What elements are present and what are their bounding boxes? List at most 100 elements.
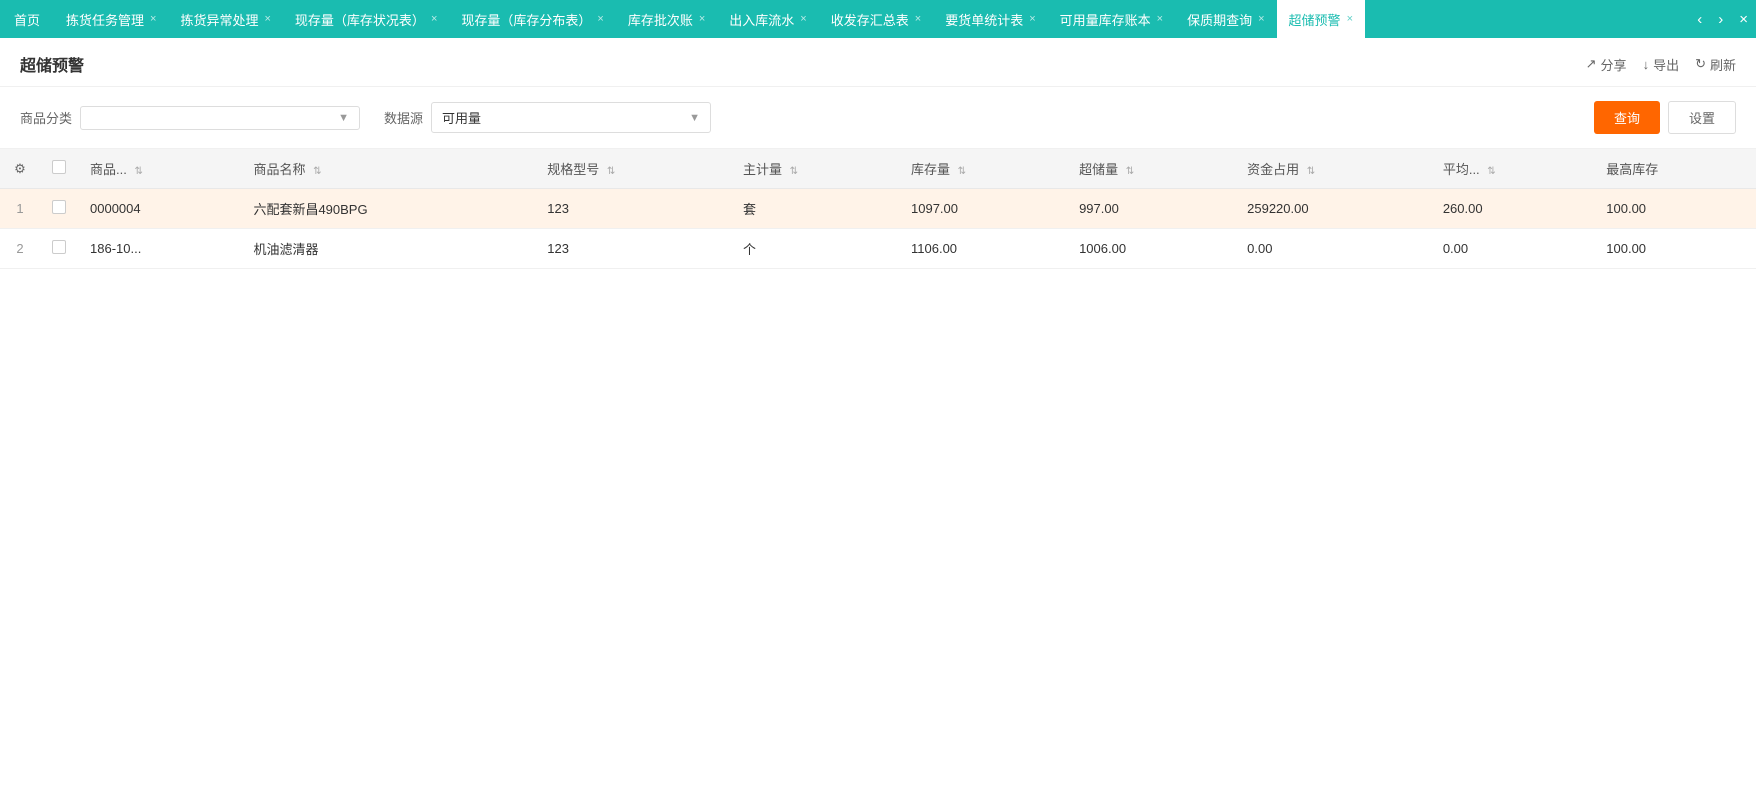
nav-label-8: 可用量库存账本 [1060, 10, 1151, 29]
top-navigation: 首页 拣货任务管理 × 拣货异常处理 × 现存量（库存状况表） × 现存量（库存… [0, 0, 1756, 38]
nav-label-3: 现存量（库存分布表） [461, 10, 591, 29]
category-filter-group: 商品分类 ▼ [20, 106, 360, 130]
datasource-filter-label: 数据源 [384, 108, 423, 127]
table-header-row: ⚙ 商品... ⇅ 商品名称 ⇅ 规格型号 ⇅ [0, 149, 1756, 189]
row-2-name: 机油滤清器 [241, 229, 535, 269]
row-1-max: 100.00 [1594, 189, 1756, 229]
export-icon: ↓ [1643, 57, 1650, 72]
col-avg-header[interactable]: 平均... ⇅ [1431, 149, 1594, 189]
nav-item-8[interactable]: 可用量库存账本 × [1048, 0, 1175, 38]
nav-close-all[interactable]: × [1731, 11, 1756, 28]
col-unit-sort: ⇅ [790, 166, 798, 177]
datasource-select[interactable]: 可用量 ▼ [431, 102, 711, 133]
row-2-capital: 0.00 [1235, 229, 1431, 269]
nav-item-7[interactable]: 要货单统计表 × [933, 0, 1047, 38]
col-stock-label: 库存量 [911, 162, 950, 177]
col-max-label: 最高库存 [1606, 162, 1658, 177]
datasource-filter-group: 数据源 可用量 ▼ [384, 102, 711, 133]
nav-close-8[interactable]: × [1157, 13, 1163, 25]
table-row: 1 0000004 六配套新昌490BPG 123 套 1097.00 997.… [0, 189, 1756, 229]
gear-icon[interactable]: ⚙ [14, 161, 26, 176]
nav-close-4[interactable]: × [699, 13, 705, 25]
nav-close-7[interactable]: × [1029, 13, 1035, 25]
query-button[interactable]: 查询 [1594, 101, 1660, 134]
nav-home[interactable]: 首页 [0, 10, 54, 29]
category-filter-label: 商品分类 [20, 108, 72, 127]
col-name-sort: ⇅ [313, 166, 321, 177]
nav-close-2[interactable]: × [431, 13, 437, 25]
refresh-label: 刷新 [1710, 55, 1736, 74]
col-stock-sort: ⇅ [958, 166, 966, 177]
nav-label-5: 出入库流水 [729, 10, 794, 29]
nav-item-0[interactable]: 拣货任务管理 × [54, 0, 168, 38]
nav-close-10[interactable]: × [1347, 13, 1353, 25]
nav-next-arrow[interactable]: › [1710, 11, 1731, 28]
col-unit-header[interactable]: 主计量 ⇅ [731, 149, 899, 189]
row-2-stock: 1106.00 [899, 229, 1067, 269]
row-2-spec: 123 [535, 229, 731, 269]
nav-item-1[interactable]: 拣货异常处理 × [168, 0, 282, 38]
row-2-checkbox[interactable] [52, 240, 66, 254]
row-1-checkbox-cell [40, 189, 78, 229]
col-gear-header: ⚙ [0, 149, 40, 189]
row-1-code: 0000004 [78, 189, 241, 229]
nav-close-6[interactable]: × [915, 13, 921, 25]
col-name-header[interactable]: 商品名称 ⇅ [241, 149, 535, 189]
nav-label-2: 现存量（库存状况表） [295, 10, 425, 29]
nav-item-9[interactable]: 保质期查询 × [1175, 0, 1276, 38]
col-spec-header[interactable]: 规格型号 ⇅ [535, 149, 731, 189]
col-stock-header[interactable]: 库存量 ⇅ [899, 149, 1067, 189]
export-button[interactable]: ↓ 导出 [1643, 55, 1680, 74]
row-1-capital: 259220.00 [1235, 189, 1431, 229]
nav-prev-arrow[interactable]: ‹ [1689, 11, 1710, 28]
filter-actions: 查询 设置 [1594, 101, 1736, 134]
col-capital-sort: ⇅ [1307, 166, 1315, 177]
row-2-avg: 0.00 [1431, 229, 1594, 269]
nav-item-4[interactable]: 库存批次账 × [616, 0, 717, 38]
refresh-button[interactable]: ↻ 刷新 [1695, 55, 1736, 74]
data-table: ⚙ 商品... ⇅ 商品名称 ⇅ 规格型号 ⇅ [0, 149, 1756, 269]
filter-bar: 商品分类 ▼ 数据源 可用量 ▼ 查询 设置 [0, 87, 1756, 149]
settings-button[interactable]: 设置 [1668, 101, 1736, 134]
row-1-stock: 1097.00 [899, 189, 1067, 229]
share-icon: ↗ [1586, 56, 1597, 72]
col-avg-label: 平均... [1443, 162, 1480, 177]
share-button[interactable]: ↗ 分享 [1586, 55, 1627, 74]
col-unit-label: 主计量 [743, 162, 782, 177]
row-1-checkbox[interactable] [52, 200, 66, 214]
nav-close-9[interactable]: × [1258, 13, 1264, 25]
nav-item-5[interactable]: 出入库流水 × [717, 0, 818, 38]
col-code-header[interactable]: 商品... ⇅ [78, 149, 241, 189]
nav-item-2[interactable]: 现存量（库存状况表） × [283, 0, 449, 38]
nav-item-3[interactable]: 现存量（库存分布表） × [449, 0, 615, 38]
page-title: 超储预警 [20, 52, 84, 76]
row-2-checkbox-cell [40, 229, 78, 269]
page-header: 超储预警 ↗ 分享 ↓ 导出 ↻ 刷新 [0, 38, 1756, 87]
nav-item-6[interactable]: 收发存汇总表 × [819, 0, 933, 38]
nav-close-0[interactable]: × [150, 13, 156, 25]
table-row: 2 186-10... 机油滤清器 123 个 1106.00 1006.00 … [0, 229, 1756, 269]
row-1-spec: 123 [535, 189, 731, 229]
col-avg-sort: ⇅ [1487, 166, 1495, 177]
col-code-sort: ⇅ [134, 166, 142, 177]
col-overstock-header[interactable]: 超储量 ⇅ [1067, 149, 1235, 189]
row-2-index: 2 [0, 229, 40, 269]
nav-close-5[interactable]: × [800, 13, 806, 25]
refresh-icon: ↻ [1695, 56, 1706, 72]
category-select[interactable]: ▼ [80, 106, 360, 130]
row-1-avg: 260.00 [1431, 189, 1594, 229]
share-label: 分享 [1601, 55, 1627, 74]
nav-label-10: 超储预警 [1289, 10, 1341, 29]
col-checkbox-header [40, 149, 78, 189]
nav-label-1: 拣货异常处理 [180, 10, 258, 29]
category-dropdown-icon: ▼ [338, 112, 349, 124]
nav-close-1[interactable]: × [264, 13, 270, 25]
nav-close-3[interactable]: × [597, 13, 603, 25]
col-overstock-sort: ⇅ [1126, 166, 1134, 177]
nav-item-10[interactable]: 超储预警 × [1277, 0, 1365, 38]
page-content: 超储预警 ↗ 分享 ↓ 导出 ↻ 刷新 商品分类 ▼ 数据源 [0, 38, 1756, 800]
row-2-code: 186-10... [78, 229, 241, 269]
col-capital-header[interactable]: 资金占用 ⇅ [1235, 149, 1431, 189]
header-checkbox[interactable] [52, 160, 66, 174]
col-max-header[interactable]: 最高库存 [1594, 149, 1756, 189]
